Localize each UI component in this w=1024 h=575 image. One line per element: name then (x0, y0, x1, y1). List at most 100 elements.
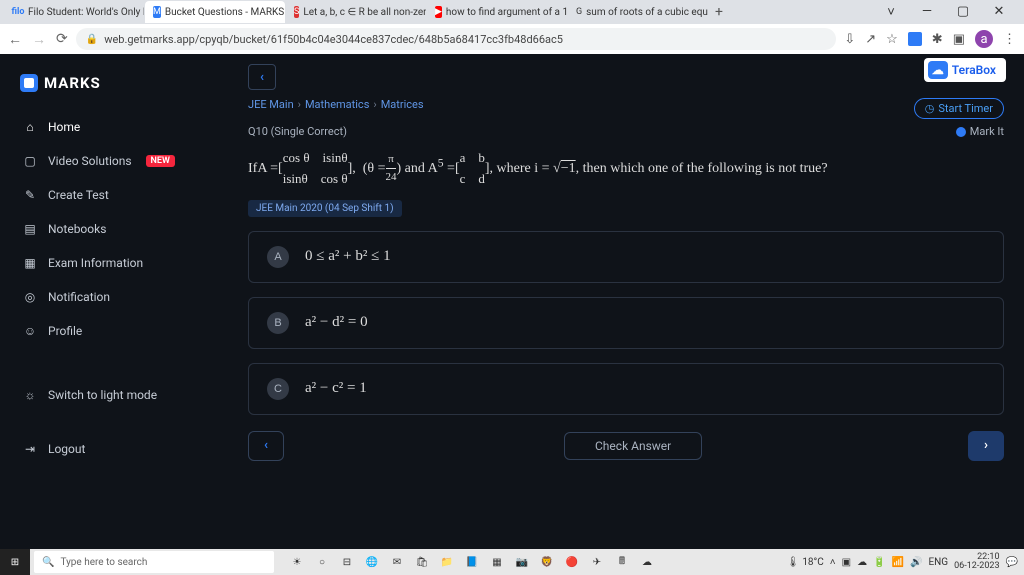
bottom-nav: ‹ Check Answer › (248, 431, 1004, 461)
meet-icon[interactable]: ▣ (842, 557, 851, 568)
sidebar-item-exam[interactable]: ▦Exam Information (14, 246, 214, 280)
sidebar-item-home[interactable]: ⌂Home (14, 110, 214, 144)
tab-label: Filo Student: World's Only L (28, 7, 144, 18)
tab-label: Bucket Questions - MARKS (165, 7, 284, 18)
check-answer-button[interactable]: Check Answer (564, 432, 702, 460)
calendar-icon: ▦ (22, 256, 38, 270)
create-icon: ✎ (22, 188, 38, 202)
tab-youtube[interactable]: ▶how to find argument of a 1× (427, 1, 567, 23)
ext-icon[interactable] (908, 32, 922, 46)
sidebar-item-video[interactable]: ▢ Video Solutions NEW (14, 144, 214, 178)
question-text: IfA =[cos θ isinθisinθ cos θ], (θ =π24) … (248, 148, 1004, 190)
tab-google[interactable]: Gsum of roots of a cubic equ× (568, 1, 708, 23)
sidebar-item-profile[interactable]: ☺Profile (14, 314, 214, 348)
marks-icon: M (153, 6, 161, 18)
sidebar-item-logout[interactable]: ⇥Logout (14, 432, 214, 466)
new-tab-button[interactable]: + (709, 4, 729, 20)
video-icon: ▢ (22, 154, 38, 168)
explorer-icon[interactable]: 📁 (436, 551, 458, 573)
lang-label[interactable]: ENG (928, 557, 948, 568)
word-icon[interactable]: 📘 (461, 551, 483, 573)
app-icon[interactable]: ▦ (486, 551, 508, 573)
chevron-down-icon[interactable]: ˅ (876, 4, 906, 20)
option-c[interactable]: Ca² − c² = 1 (248, 363, 1004, 415)
share-icon[interactable]: ↗ (865, 32, 876, 47)
maximize-button[interactable]: ▢ (948, 4, 978, 20)
lock-icon: 🔒 (86, 34, 98, 45)
timer-label: Start Timer (938, 102, 993, 115)
brave-icon[interactable]: 🦁 (536, 551, 558, 573)
menu-icon[interactable]: ⋮ (1003, 32, 1016, 47)
crumb-1[interactable]: JEE Main (248, 98, 294, 111)
window-controls: ˅ — ▢ ✕ (876, 4, 1020, 20)
tray-chevron-icon[interactable]: ˄ (830, 557, 836, 568)
taskview-icon[interactable]: ⊟ (336, 551, 358, 573)
back-button[interactable]: ‹ (248, 64, 276, 90)
edge-icon[interactable]: 🌐 (361, 551, 383, 573)
telegram-icon[interactable]: ✈ (586, 551, 608, 573)
minimize-button[interactable]: — (912, 4, 942, 20)
sidebar-item-create[interactable]: ✎Create Test (14, 178, 214, 212)
sidepanel-icon[interactable]: ▣ (953, 32, 965, 47)
tab-bar: filoFilo Student: World's Only L× M Bucke… (0, 0, 1024, 24)
sidebar-item-notification[interactable]: ◎Notification (14, 280, 214, 314)
forward-button[interactable]: → (32, 31, 46, 48)
crumb-3[interactable]: Matrices (381, 98, 424, 111)
onedrive-icon[interactable]: ☁ (857, 557, 867, 568)
prev-button[interactable]: ‹ (248, 431, 284, 461)
close-window-button[interactable]: ✕ (984, 4, 1014, 20)
youtube-icon: ▶ (435, 6, 442, 18)
start-timer-button[interactable]: ◷Start Timer (914, 98, 1004, 119)
wifi-icon[interactable]: 📶 (892, 557, 904, 568)
logo[interactable]: MARKS (20, 74, 208, 92)
install-icon[interactable]: ⇩ (844, 32, 855, 47)
tab-filo[interactable]: filoFilo Student: World's Only L× (4, 1, 144, 23)
tab-let[interactable]: SLet a, b, c ∈ R be all non-zer× (286, 1, 426, 23)
camera-icon[interactable]: 📷 (511, 551, 533, 573)
store-icon[interactable]: 🛍 (411, 551, 433, 573)
app: MARKS ⌂Home ▢ Video Solutions NEW ✎Create … (0, 54, 1024, 549)
nav-label: Video Solutions (48, 154, 132, 168)
weather-icon[interactable]: ☀ (286, 551, 308, 573)
mark-it-button[interactable]: Mark It (956, 125, 1004, 138)
sidebar-item-theme[interactable]: ☼Switch to light mode (14, 378, 214, 412)
mail-icon[interactable]: ✉ (386, 551, 408, 573)
brand-text: MARKS (44, 74, 101, 92)
notifications-icon[interactable]: 💬 (1006, 557, 1018, 568)
chrome-icon[interactable]: 🔴 (561, 551, 583, 573)
tab-label: sum of roots of a cubic equ (586, 7, 708, 18)
start-button[interactable]: ⊞ (0, 549, 30, 575)
google-icon: G (576, 6, 582, 18)
terabox-icon[interactable]: ☁ (636, 551, 658, 573)
profile-avatar[interactable]: a (975, 30, 993, 48)
reload-button[interactable]: ⟳ (56, 31, 68, 48)
home-icon: ⌂ (22, 120, 38, 134)
extensions-icon[interactable]: ✱ (932, 32, 943, 47)
new-badge: NEW (146, 155, 175, 167)
terabox-banner[interactable]: ☁TeraBox (924, 58, 1006, 82)
option-a[interactable]: A0 ≤ a² + b² ≤ 1 (248, 231, 1004, 283)
sidebar: MARKS ⌂Home ▢ Video Solutions NEW ✎Create … (0, 54, 228, 549)
option-text: a² − c² = 1 (305, 380, 367, 397)
sound-icon[interactable]: 🔊 (910, 557, 922, 568)
clock-icon: ◷ (925, 102, 935, 115)
option-b[interactable]: Ba² − d² = 0 (248, 297, 1004, 349)
sidebar-item-notebooks[interactable]: ▤Notebooks (14, 212, 214, 246)
search-placeholder: Type here to search (60, 557, 147, 568)
cortana-icon[interactable]: ○ (311, 551, 333, 573)
star-icon[interactable]: ☆ (886, 32, 898, 47)
nav-label: Logout (48, 442, 85, 456)
calc-icon[interactable]: 🖩 (611, 551, 633, 573)
crumb-2[interactable]: Mathematics (305, 98, 369, 111)
battery-icon[interactable]: 🔋 (873, 557, 885, 568)
weather[interactable]: 🌡18°C (787, 557, 824, 568)
tab-marks[interactable]: MBucket Questions - MARKS× (145, 1, 285, 23)
taskbar-search[interactable]: 🔍Type here to search (34, 551, 274, 573)
clock[interactable]: 22:1006-12-2023 (954, 553, 999, 571)
back-button[interactable]: ← (8, 31, 22, 48)
url-input[interactable]: 🔒 web.getmarks.app/cpyqb/bucket/61f50b4c… (76, 28, 837, 50)
source-tag: JEE Main 2020 (04 Sep Shift 1) (248, 200, 402, 217)
breadcrumb-row: ◷Start Timer JEE Main›Mathematics›Matric… (248, 98, 1004, 111)
bell-icon: ◎ (22, 290, 38, 304)
next-button[interactable]: › (968, 431, 1004, 461)
